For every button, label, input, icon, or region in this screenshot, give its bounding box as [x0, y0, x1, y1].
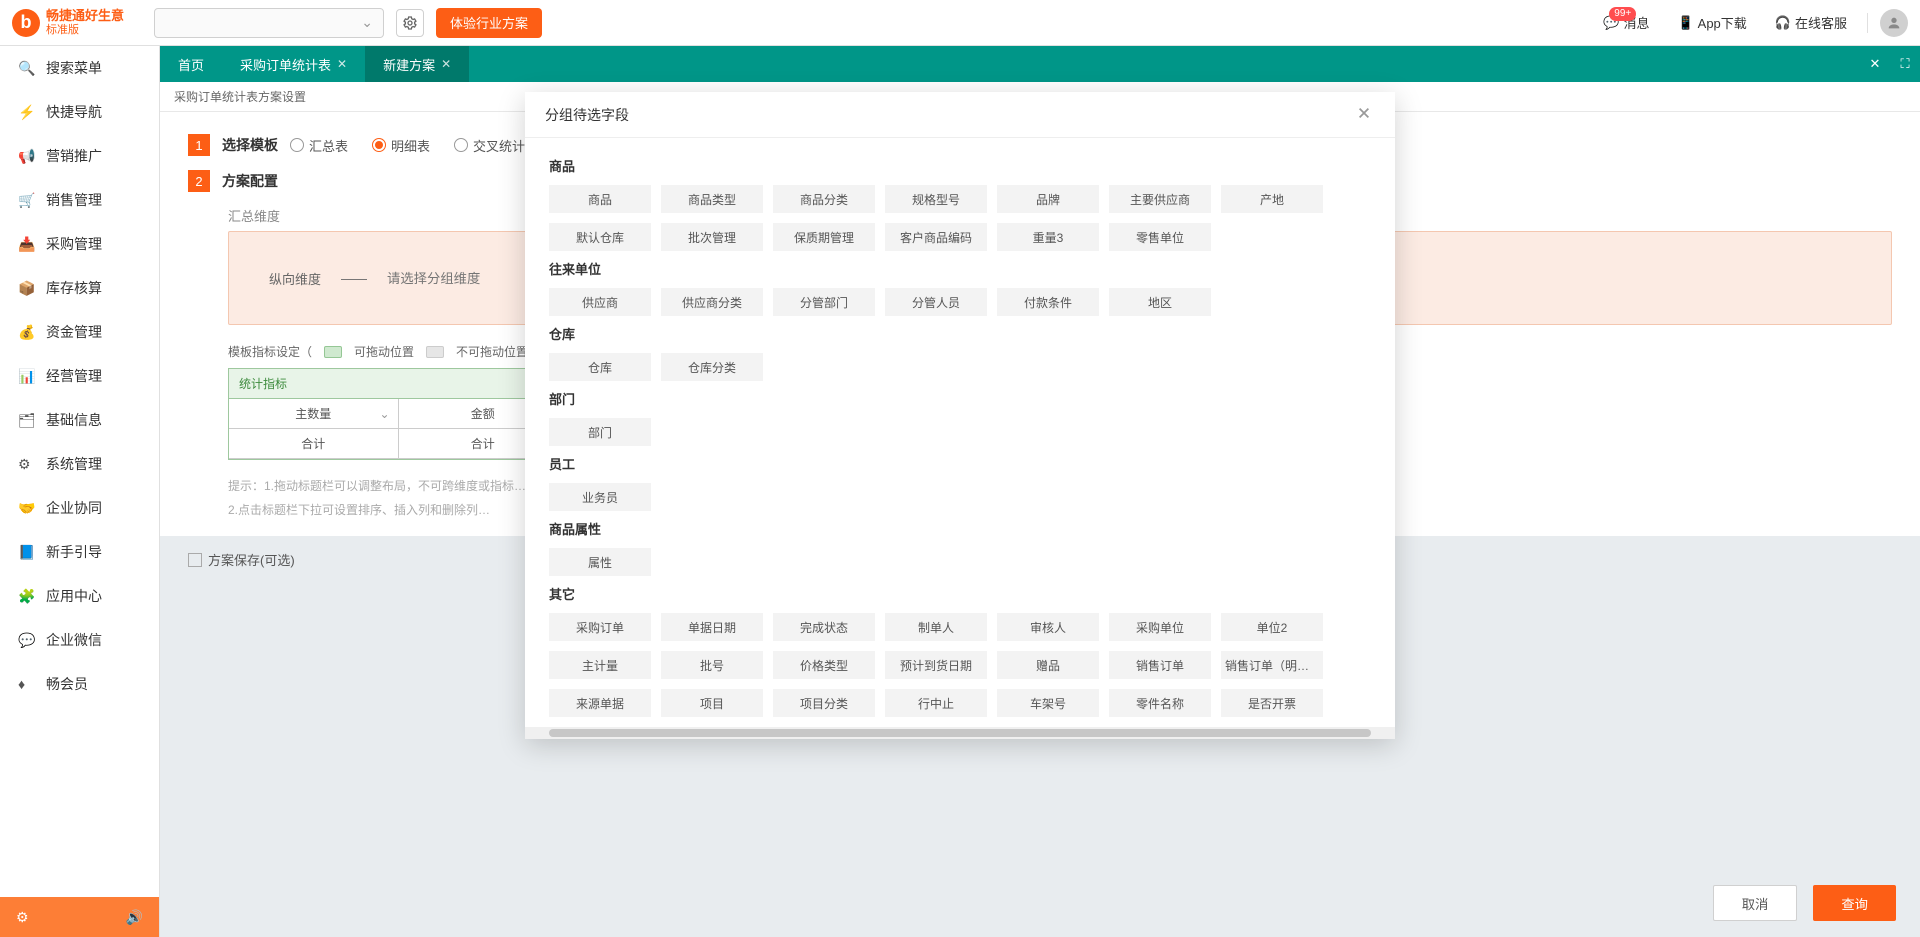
field-chip[interactable]: 制单人: [885, 613, 987, 641]
field-group-title: 商品: [549, 156, 1371, 175]
field-group-title: 仓库: [549, 324, 1371, 343]
field-chip[interactable]: 预计到货日期: [885, 651, 987, 679]
field-group: 员工业务员: [549, 454, 1371, 511]
field-chip[interactable]: 主要供应商: [1109, 185, 1211, 213]
field-chip[interactable]: 零件名称: [1109, 689, 1211, 717]
field-group-title: 往来单位: [549, 259, 1371, 278]
field-chip[interactable]: 属性: [549, 548, 651, 576]
field-chip[interactable]: 销售订单: [1109, 651, 1211, 679]
field-chip[interactable]: 车架号: [997, 689, 1099, 717]
field-chip[interactable]: 地区: [1109, 288, 1211, 316]
field-group: 其它采购订单单据日期完成状态制单人审核人采购单位单位2 主计量批号价格类型预计到货…: [549, 584, 1371, 717]
modal-title: 分组待选字段: [545, 105, 629, 125]
field-chip[interactable]: 零售单位: [1109, 223, 1211, 251]
field-group: 商品属性属性: [549, 519, 1371, 576]
field-chip[interactable]: 价格类型: [773, 651, 875, 679]
field-chip[interactable]: 品牌: [997, 185, 1099, 213]
field-group: 商品商品商品类型商品分类规格型号品牌主要供应商产地默认仓库批次管理保质期管理客户…: [549, 156, 1371, 251]
field-chip[interactable]: 仓库: [549, 353, 651, 381]
field-group-title: 员工: [549, 454, 1371, 473]
field-chip[interactable]: 业务员: [549, 483, 651, 511]
field-chip[interactable]: 付款条件: [997, 288, 1099, 316]
field-group: 仓库仓库仓库分类: [549, 324, 1371, 381]
field-chip[interactable]: 规格型号: [885, 185, 987, 213]
field-chip[interactable]: 客户商品编码: [885, 223, 987, 251]
close-icon: [1357, 106, 1371, 120]
field-chip[interactable]: 部门: [549, 418, 651, 446]
field-chip[interactable]: 项目: [661, 689, 763, 717]
field-chip[interactable]: 重量3: [997, 223, 1099, 251]
field-chip[interactable]: 批号: [661, 651, 763, 679]
field-group-title: 部门: [549, 389, 1371, 408]
field-chip[interactable]: 供应商: [549, 288, 651, 316]
field-chip[interactable]: 赠品: [997, 651, 1099, 679]
field-chip[interactable]: 行中止: [885, 689, 987, 717]
field-group-title: 其它: [549, 584, 1371, 603]
field-chip[interactable]: 采购订单: [549, 613, 651, 641]
field-chip[interactable]: 供应商分类: [661, 288, 763, 316]
field-chip[interactable]: 批次管理: [661, 223, 763, 251]
field-chip[interactable]: 产地: [1221, 185, 1323, 213]
field-chip[interactable]: 保质期管理: [773, 223, 875, 251]
field-chip[interactable]: 审核人: [997, 613, 1099, 641]
modal-horizontal-scrollbar[interactable]: [525, 727, 1395, 739]
field-chip[interactable]: 分管部门: [773, 288, 875, 316]
field-chip[interactable]: 单据日期: [661, 613, 763, 641]
field-chip[interactable]: 单位2: [1221, 613, 1323, 641]
field-chip[interactable]: 采购单位: [1109, 613, 1211, 641]
field-chip[interactable]: 默认仓库: [549, 223, 651, 251]
field-chip[interactable]: 分管人员: [885, 288, 987, 316]
modal-body[interactable]: 商品商品商品类型商品分类规格型号品牌主要供应商产地默认仓库批次管理保质期管理客户…: [525, 138, 1395, 725]
field-group-title: 商品属性: [549, 519, 1371, 538]
field-chip[interactable]: 销售订单（明细）: [1221, 651, 1323, 679]
field-chip[interactable]: 商品分类: [773, 185, 875, 213]
field-chip[interactable]: 项目分类: [773, 689, 875, 717]
field-chip[interactable]: 是否开票: [1221, 689, 1323, 717]
field-picker-modal: 分组待选字段 商品商品商品类型商品分类规格型号品牌主要供应商产地默认仓库批次管理…: [525, 92, 1395, 739]
field-group: 往来单位供应商供应商分类分管部门分管人员付款条件地区: [549, 259, 1371, 316]
field-chip[interactable]: 完成状态: [773, 613, 875, 641]
field-chip[interactable]: 商品: [549, 185, 651, 213]
field-chip[interactable]: 商品类型: [661, 185, 763, 213]
field-chip[interactable]: 主计量: [549, 651, 651, 679]
field-chip[interactable]: 来源单据: [549, 689, 651, 717]
field-chip[interactable]: 仓库分类: [661, 353, 763, 381]
field-group: 部门部门: [549, 389, 1371, 446]
modal-close-button[interactable]: [1353, 102, 1375, 127]
